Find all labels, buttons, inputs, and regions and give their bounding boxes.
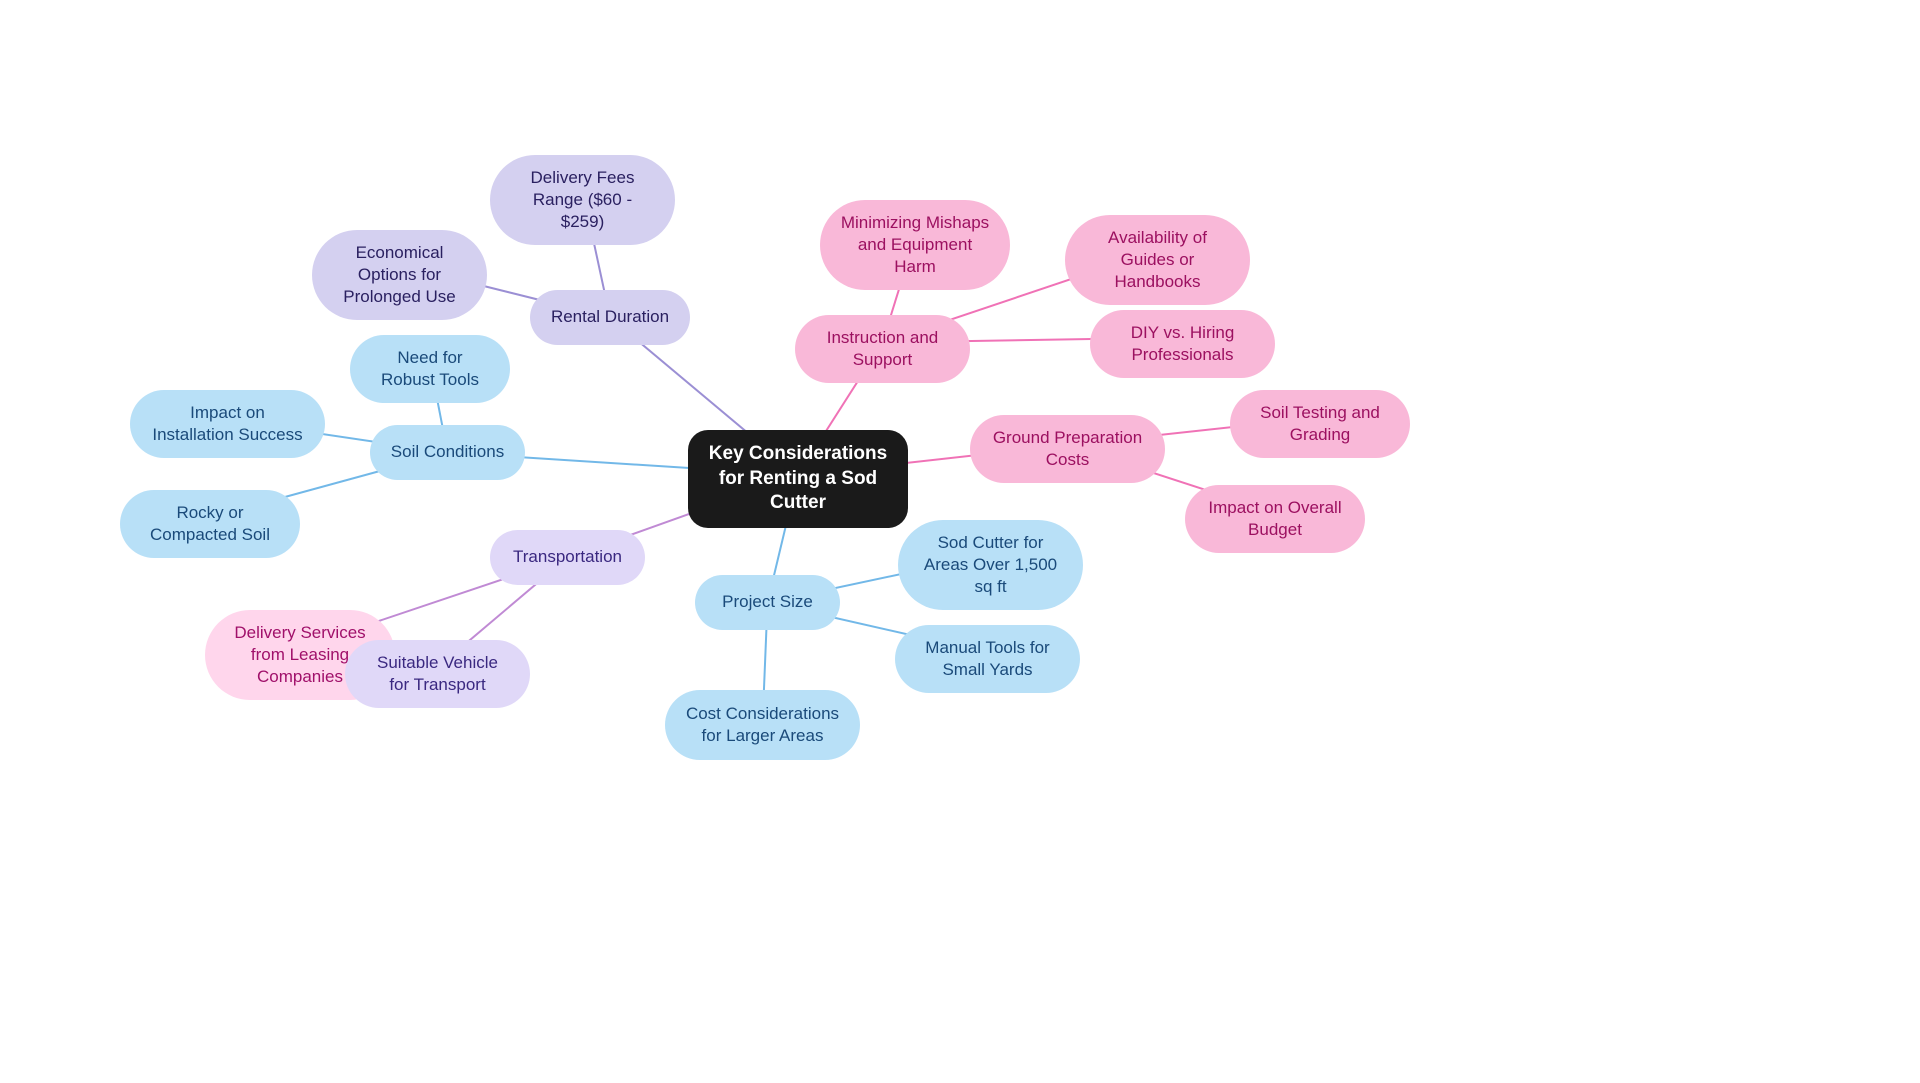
instruction-support-node[interactable]: Instruction and Support (795, 315, 970, 383)
economical-options-node[interactable]: Economical Options for Prolonged Use (312, 230, 487, 320)
need-robust-node[interactable]: Need for Robust Tools (350, 335, 510, 403)
minimizing-mishaps-node[interactable]: Minimizing Mishaps and Equipment Harm (820, 200, 1010, 290)
rocky-soil-node[interactable]: Rocky or Compacted Soil (120, 490, 300, 558)
cost-larger-node[interactable]: Cost Considerations for Larger Areas (665, 690, 860, 760)
impact-budget-node[interactable]: Impact on Overall Budget (1185, 485, 1365, 553)
sod-cutter-large-node[interactable]: Sod Cutter for Areas Over 1,500 sq ft (898, 520, 1083, 610)
ground-prep-node[interactable]: Ground Preparation Costs (970, 415, 1165, 483)
suitable-vehicle-node[interactable]: Suitable Vehicle for Transport (345, 640, 530, 708)
transportation-node[interactable]: Transportation (490, 530, 645, 585)
rental-duration-node[interactable]: Rental Duration (530, 290, 690, 345)
project-size-node[interactable]: Project Size (695, 575, 840, 630)
soil-testing-node[interactable]: Soil Testing and Grading (1230, 390, 1410, 458)
soil-conditions-node[interactable]: Soil Conditions (370, 425, 525, 480)
availability-guides-node[interactable]: Availability of Guides or Handbooks (1065, 215, 1250, 305)
impact-installation-node[interactable]: Impact on Installation Success (130, 390, 325, 458)
manual-tools-node[interactable]: Manual Tools for Small Yards (895, 625, 1080, 693)
center-node[interactable]: Key Considerations for Renting a Sod Cut… (688, 430, 908, 528)
mindmap-container: Key Considerations for Renting a Sod Cut… (0, 0, 1920, 1083)
diy-hiring-node[interactable]: DIY vs. Hiring Professionals (1090, 310, 1275, 378)
delivery-fees-node[interactable]: Delivery Fees Range ($60 - $259) (490, 155, 675, 245)
